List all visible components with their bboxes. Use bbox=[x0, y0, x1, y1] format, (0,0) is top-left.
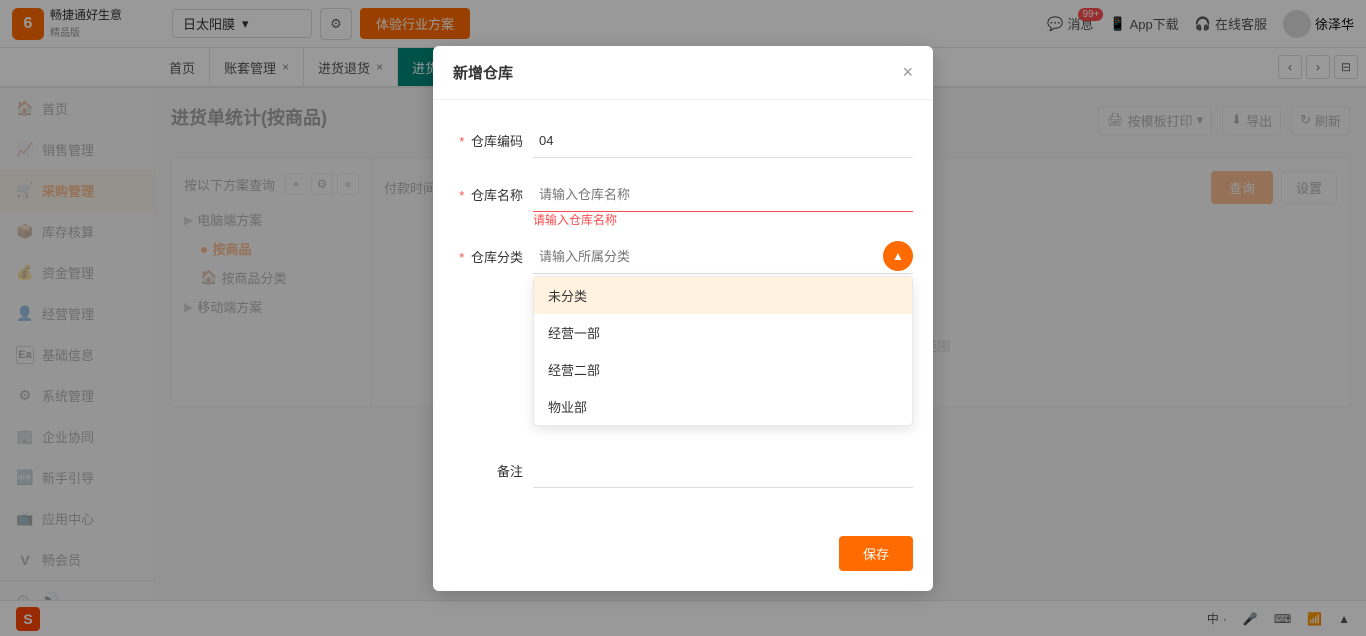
category-input-wrapper: ▲ bbox=[533, 240, 913, 274]
note-input[interactable] bbox=[533, 454, 913, 488]
category-option-dept2[interactable]: 经营二部 bbox=[534, 351, 912, 388]
category-dropdown: 未分类 经营一部 经营二部 物业部 bbox=[533, 276, 913, 426]
category-toggle-button[interactable]: ▲ bbox=[883, 241, 913, 271]
category-row: * 仓库分类 ▲ 未分类 经营一部 经营二部 物业部 bbox=[453, 240, 913, 274]
note-label: 备注 bbox=[453, 454, 533, 480]
name-required: * bbox=[459, 188, 464, 203]
name-row: * 仓库名称 请输入仓库名称 bbox=[453, 178, 913, 212]
category-container: ▲ 未分类 经营一部 经营二部 物业部 bbox=[533, 240, 913, 274]
category-option-dept1[interactable]: 经营一部 bbox=[534, 314, 912, 351]
category-input[interactable] bbox=[533, 249, 883, 264]
code-row: * 仓库编码 bbox=[453, 124, 913, 158]
modal-overlay[interactable]: 新增仓库 × * 仓库编码 * 仓库名称 请输入仓库名称 bbox=[0, 0, 1366, 636]
category-label: * 仓库分类 bbox=[453, 240, 533, 266]
note-row: 备注 bbox=[453, 454, 913, 488]
code-label: * 仓库编码 bbox=[453, 124, 533, 150]
name-label: * 仓库名称 bbox=[453, 178, 533, 204]
code-required: * bbox=[459, 134, 464, 149]
modal-header: 新增仓库 × bbox=[433, 46, 933, 100]
category-option-property[interactable]: 物业部 bbox=[534, 388, 912, 425]
name-error-msg: 请输入仓库名称 bbox=[533, 211, 617, 228]
category-option-unclassified[interactable]: 未分类 bbox=[534, 277, 912, 314]
name-input[interactable] bbox=[533, 178, 913, 212]
modal-title: 新增仓库 bbox=[453, 62, 513, 83]
category-required: * bbox=[459, 250, 464, 265]
save-button[interactable]: 保存 bbox=[839, 536, 913, 571]
modal-footer: 保存 bbox=[433, 524, 933, 591]
modal-close-button[interactable]: × bbox=[902, 63, 913, 81]
modal-body: * 仓库编码 * 仓库名称 请输入仓库名称 * bbox=[433, 100, 933, 524]
code-input[interactable] bbox=[533, 124, 913, 158]
warehouse-modal: 新增仓库 × * 仓库编码 * 仓库名称 请输入仓库名称 bbox=[433, 46, 933, 591]
